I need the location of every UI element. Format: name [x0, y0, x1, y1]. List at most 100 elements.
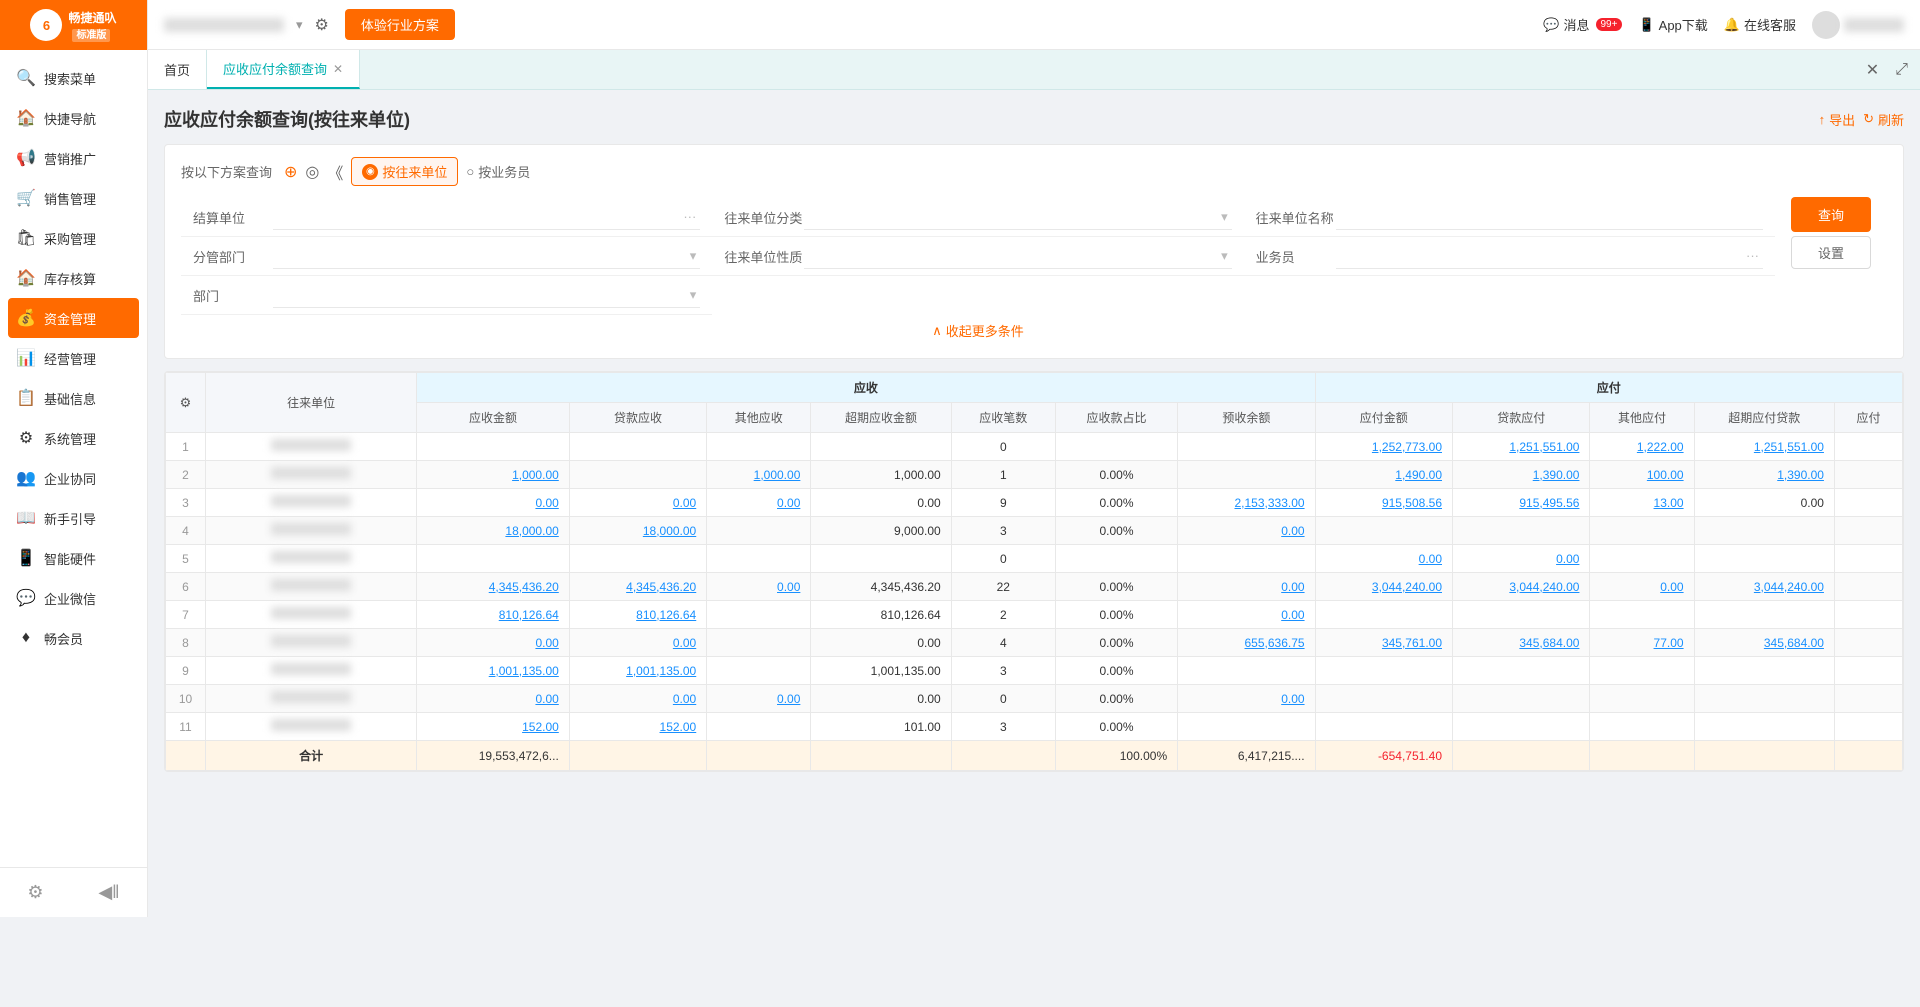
tab-expand-btn[interactable]: ⤢ [1891, 57, 1912, 83]
row-ap-overdue[interactable]: 1,390.00 [1694, 461, 1834, 489]
salesman-input[interactable]: ··· [1336, 243, 1763, 269]
row-ap-overdue[interactable]: 1,251,551.00 [1694, 433, 1834, 461]
row-ar-loan[interactable]: 4,345,436.20 [569, 573, 706, 601]
row-ar-amount[interactable]: 0.00 [417, 629, 570, 657]
row-ar-amount[interactable]: 810,126.64 [417, 601, 570, 629]
row-ar-amount[interactable]: 18,000.00 [417, 517, 570, 545]
row-ar-loan[interactable]: 1,001,135.00 [569, 657, 706, 685]
filter-scheme-btn[interactable]: ◎ [305, 162, 319, 182]
row-ap-amount[interactable]: 3,044,240.00 [1315, 573, 1452, 601]
row-ap-loan[interactable]: 3,044,240.00 [1453, 573, 1590, 601]
sidebar-item-hardware[interactable]: 📱 智能硬件 [0, 538, 147, 578]
online-service-btn[interactable]: 🔔 在线客服 [1724, 15, 1796, 34]
th-settings[interactable]: ⚙ [166, 373, 206, 433]
row-ap-other[interactable]: 0.00 [1590, 573, 1694, 601]
sidebar-item-operation[interactable]: 📊 经营管理 [0, 338, 147, 378]
filter-add-btn[interactable]: ⊕ [284, 162, 297, 182]
settlement-dots-icon[interactable]: ··· [683, 209, 696, 224]
tab-home[interactable]: 首页 [148, 50, 207, 89]
row-ar-other[interactable]: 1,000.00 [707, 461, 811, 489]
settlement-input[interactable]: ··· [273, 204, 700, 230]
tab-close-window-btn[interactable]: ✕ [1862, 56, 1883, 84]
row-ap-other[interactable]: 1,222.00 [1590, 433, 1694, 461]
refresh-btn[interactable]: ↻ 刷新 [1863, 110, 1904, 129]
row-ap-other[interactable]: 77.00 [1590, 629, 1694, 657]
row-ar-loan[interactable]: 18,000.00 [569, 517, 706, 545]
tab-close-btn[interactable]: ✕ [333, 62, 343, 76]
row-ar-amount[interactable]: 1,000.00 [417, 461, 570, 489]
filter-more-btn[interactable]: ∧ 收起更多条件 [181, 315, 1775, 346]
row-prepay[interactable]: 0.00 [1178, 601, 1315, 629]
row-ap-overdue[interactable]: 345,684.00 [1694, 629, 1834, 657]
row-ap-amount[interactable]: 1,252,773.00 [1315, 433, 1452, 461]
row-ar-loan[interactable]: 810,126.64 [569, 601, 706, 629]
row-ap-other[interactable]: 13.00 [1590, 489, 1694, 517]
sidebar-item-search[interactable]: 🔍 搜索菜单 [0, 58, 147, 98]
row-ar-loan[interactable]: 0.00 [569, 629, 706, 657]
row-ap-amount[interactable]: 1,490.00 [1315, 461, 1452, 489]
row-ap-amount[interactable]: 0.00 [1315, 545, 1452, 573]
department-input[interactable]: ▾ [273, 243, 700, 269]
row-ar-other[interactable]: 0.00 [707, 685, 811, 713]
row-ap-loan[interactable]: 1,251,551.00 [1453, 433, 1590, 461]
sidebar-item-guide[interactable]: 📖 新手引导 [0, 498, 147, 538]
sidebar-collapse-btn[interactable]: ◀‖ [90, 878, 127, 907]
row-ar-amount[interactable]: 4,345,436.20 [417, 573, 570, 601]
row-ap-other[interactable]: 100.00 [1590, 461, 1694, 489]
sidebar-item-system[interactable]: ⚙ 系统管理 [0, 418, 147, 458]
salesman-dots-icon[interactable]: ··· [1746, 248, 1759, 263]
row-ap-loan[interactable]: 345,684.00 [1453, 629, 1590, 657]
row-ar-other[interactable]: 0.00 [707, 489, 811, 517]
topbar-dropdown-arrow[interactable]: ▾ [296, 17, 303, 33]
sidebar-item-quick-nav[interactable]: 🏠 快捷导航 [0, 98, 147, 138]
sidebar-item-wechat[interactable]: 💬 企业微信 [0, 578, 147, 618]
export-btn[interactable]: ↑ 导出 [1819, 110, 1856, 129]
sidebar-item-basic-info[interactable]: 📋 基础信息 [0, 378, 147, 418]
row-prepay[interactable]: 0.00 [1178, 685, 1315, 713]
row-ar-loan[interactable]: 0.00 [569, 489, 706, 517]
row-ar-amount[interactable]: 152.00 [417, 713, 570, 741]
unit-category-input[interactable]: ▾ [804, 204, 1231, 230]
row-ap-overdue[interactable]: 3,044,240.00 [1694, 573, 1834, 601]
row-ar-other[interactable]: 0.00 [707, 573, 811, 601]
filter-scheme-active[interactable]: ◉ 按往来单位 [351, 157, 458, 186]
table-settings-icon[interactable]: ⚙ [180, 395, 192, 410]
dept-input[interactable]: ▾ [273, 282, 700, 308]
row-prepay[interactable]: 0.00 [1178, 573, 1315, 601]
sidebar-item-member[interactable]: ♦ 畅会员 [0, 618, 147, 658]
row-prepay[interactable]: 655,636.75 [1178, 629, 1315, 657]
topbar-gear-btn[interactable]: ⚙ [315, 15, 329, 35]
row-ap-amount[interactable]: 915,508.56 [1315, 489, 1452, 517]
sidebar-item-cooperation[interactable]: 👥 企业协同 [0, 458, 147, 498]
tab-balance-query[interactable]: 应收应付余额查询 ✕ [207, 50, 360, 89]
sidebar-item-sales[interactable]: 🛒 销售管理 [0, 178, 147, 218]
row-prepay[interactable]: 2,153,333.00 [1178, 489, 1315, 517]
row-prepay[interactable]: 0.00 [1178, 517, 1315, 545]
sidebar-item-purchase[interactable]: 🛍 采购管理 [0, 218, 147, 258]
sidebar-item-inventory[interactable]: 🏠 库存核算 [0, 258, 147, 298]
dept-arrow-icon[interactable]: ▾ [690, 287, 697, 303]
row-ap-loan[interactable]: 915,495.56 [1453, 489, 1590, 517]
filter-scheme-other[interactable]: ○ 按业务员 [458, 158, 538, 185]
sidebar-item-marketing[interactable]: 📢 营销推广 [0, 138, 147, 178]
unit-category-arrow-icon[interactable]: ▾ [1221, 209, 1228, 225]
user-area[interactable] [1812, 11, 1904, 39]
row-ar-loan[interactable]: 152.00 [569, 713, 706, 741]
row-ar-amount[interactable]: 0.00 [417, 685, 570, 713]
unit-nature-input[interactable]: ▾ [804, 243, 1231, 269]
row-ar-loan[interactable]: 0.00 [569, 685, 706, 713]
query-btn[interactable]: 查询 [1791, 197, 1871, 232]
industry-solution-btn[interactable]: 体验行业方案 [345, 9, 455, 40]
sidebar-item-finance[interactable]: 💰 资金管理 [8, 298, 139, 338]
row-ar-amount[interactable]: 1,001,135.00 [417, 657, 570, 685]
unit-name-input[interactable] [1336, 204, 1763, 230]
filter-collapse-btn[interactable]: 《 [327, 160, 343, 184]
set-btn[interactable]: 设置 [1791, 236, 1871, 269]
message-btn[interactable]: 💬 消息 99+ [1543, 15, 1622, 34]
department-arrow-icon[interactable]: ▾ [690, 248, 697, 264]
row-ap-amount[interactable]: 345,761.00 [1315, 629, 1452, 657]
sidebar-settings-btn[interactable]: ⚙ [19, 878, 51, 907]
row-ap-loan[interactable]: 0.00 [1453, 545, 1590, 573]
row-ar-amount[interactable]: 0.00 [417, 489, 570, 517]
row-ap-loan[interactable]: 1,390.00 [1453, 461, 1590, 489]
